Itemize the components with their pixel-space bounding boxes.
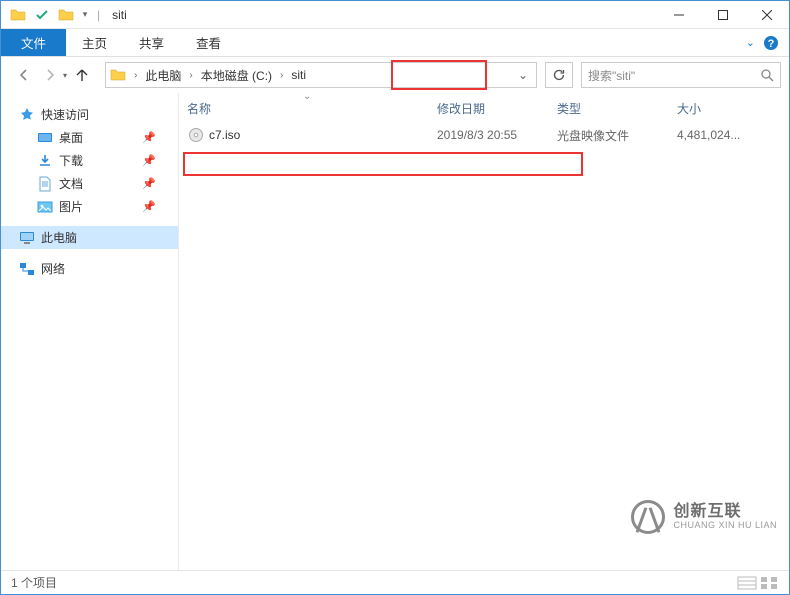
- help-icon[interactable]: ?: [763, 35, 779, 51]
- breadcrumb-caret-1[interactable]: ›: [183, 70, 198, 81]
- window-controls: [657, 1, 789, 29]
- up-button[interactable]: [71, 64, 93, 86]
- sidebar-network-label: 网络: [41, 260, 65, 277]
- nav-row: ▾ › 此电脑 › 本地磁盘 (C:) › siti ⌄ 搜索"siti": [1, 57, 789, 93]
- pin-icon: 📌: [142, 131, 156, 144]
- sidebar-thispc[interactable]: 此电脑: [1, 226, 178, 249]
- sidebar-quickaccess-label: 快速访问: [41, 106, 89, 123]
- desktop-icon: [37, 130, 53, 146]
- maximize-button[interactable]: [701, 1, 745, 29]
- search-box[interactable]: 搜索"siti": [581, 62, 781, 88]
- col-type[interactable]: 类型: [557, 100, 677, 117]
- sidebar-pictures-label: 图片: [59, 198, 83, 215]
- sidebar-downloads-label: 下载: [59, 152, 83, 169]
- breadcrumb-drive[interactable]: 本地磁盘 (C:): [199, 67, 274, 84]
- file-date: 2019/8/3 20:55: [437, 128, 557, 142]
- sidebar-desktop[interactable]: 桌面 📌: [1, 126, 178, 149]
- search-placeholder: 搜索"siti": [588, 67, 635, 84]
- ribbon-expand-icon[interactable]: ⌄: [746, 36, 755, 49]
- network-icon: [19, 261, 35, 277]
- column-headers: 名称 修改日期 类型 大小: [179, 93, 789, 123]
- sidebar-documents-label: 文档: [59, 175, 83, 192]
- pin-icon: 📌: [142, 177, 156, 190]
- file-size: 4,481,024...: [677, 128, 777, 142]
- properties-icon[interactable]: [31, 4, 53, 26]
- address-folder-icon: [110, 67, 126, 83]
- tab-home[interactable]: 主页: [66, 29, 123, 56]
- tab-view[interactable]: 查看: [180, 29, 237, 56]
- documents-icon: [37, 176, 53, 192]
- col-date[interactable]: 修改日期: [437, 100, 557, 117]
- ribbon-tabs: 文件 主页 共享 查看 ⌄ ?: [1, 29, 789, 57]
- title-bar: ▾ | siti: [1, 1, 789, 29]
- thispc-icon: [19, 230, 35, 246]
- title-separator: |: [97, 8, 100, 22]
- pin-icon: 📌: [142, 154, 156, 167]
- col-size[interactable]: 大小: [677, 100, 777, 117]
- highlight-address: [391, 60, 487, 90]
- file-type: 光盘映像文件: [557, 127, 677, 144]
- file-row[interactable]: c7.iso 2019/8/3 20:55 光盘映像文件 4,481,024..…: [179, 123, 789, 147]
- breadcrumb-folder[interactable]: siti: [289, 68, 308, 82]
- breadcrumb-caret-2[interactable]: ›: [274, 70, 289, 81]
- refresh-button[interactable]: [545, 62, 573, 88]
- search-icon: [760, 68, 774, 82]
- address-bar[interactable]: › 此电脑 › 本地磁盘 (C:) › siti ⌄: [105, 62, 537, 88]
- sidebar-documents[interactable]: 文档 📌: [1, 172, 178, 195]
- close-button[interactable]: [745, 1, 789, 29]
- view-switcher[interactable]: [737, 575, 779, 591]
- address-dropdown-icon[interactable]: ⌄: [514, 68, 532, 82]
- body: ⌄ 快速访问 桌面 📌 下载 📌: [1, 93, 789, 570]
- minimize-button[interactable]: [657, 1, 701, 29]
- status-item-count: 1 个项目: [11, 574, 57, 591]
- svg-text:?: ?: [768, 38, 775, 50]
- navigation-pane: 快速访问 桌面 📌 下载 📌 文档 📌: [1, 93, 179, 570]
- sidebar-downloads[interactable]: 下载 📌: [1, 149, 178, 172]
- quick-access-toolbar: ▾ | siti: [1, 4, 127, 26]
- downloads-icon: [37, 153, 53, 169]
- sidebar-network[interactable]: 网络: [1, 257, 178, 280]
- star-icon: [19, 107, 35, 123]
- iso-file-icon: [187, 127, 205, 143]
- highlight-file: [183, 152, 583, 176]
- sidebar-thispc-label: 此电脑: [41, 229, 77, 246]
- breadcrumb-root-caret[interactable]: ›: [128, 70, 143, 81]
- folder-icon: [7, 4, 29, 26]
- breadcrumb-thispc[interactable]: 此电脑: [143, 67, 183, 84]
- window-title: siti: [112, 8, 127, 22]
- qat-dropdown-icon[interactable]: ▾: [79, 4, 91, 26]
- col-name[interactable]: 名称: [187, 100, 437, 117]
- tab-share[interactable]: 共享: [123, 29, 180, 56]
- explorer-window: ▾ | siti 文件 主页 共享 查看 ⌄ ? ▾: [0, 0, 790, 595]
- tab-file[interactable]: 文件: [1, 29, 66, 56]
- pin-icon: 📌: [142, 200, 156, 213]
- status-bar: 1 个项目: [1, 570, 789, 594]
- sidebar-quickaccess[interactable]: 快速访问: [1, 103, 178, 126]
- qat-folder-icon[interactable]: [55, 4, 77, 26]
- file-list-pane: 名称 修改日期 类型 大小 c7.iso 2019/8/3 20:55 光盘映像…: [179, 93, 789, 570]
- nav-arrows: ▾: [9, 64, 97, 86]
- sidebar-pictures[interactable]: 图片 📌: [1, 195, 178, 218]
- forward-button[interactable]: [39, 64, 61, 86]
- sidebar-desktop-label: 桌面: [59, 129, 83, 146]
- file-list[interactable]: c7.iso 2019/8/3 20:55 光盘映像文件 4,481,024..…: [179, 123, 789, 570]
- file-name: c7.iso: [205, 128, 437, 142]
- pictures-icon: [37, 199, 53, 215]
- history-dropdown-icon[interactable]: ▾: [63, 71, 67, 80]
- back-button[interactable]: [13, 64, 35, 86]
